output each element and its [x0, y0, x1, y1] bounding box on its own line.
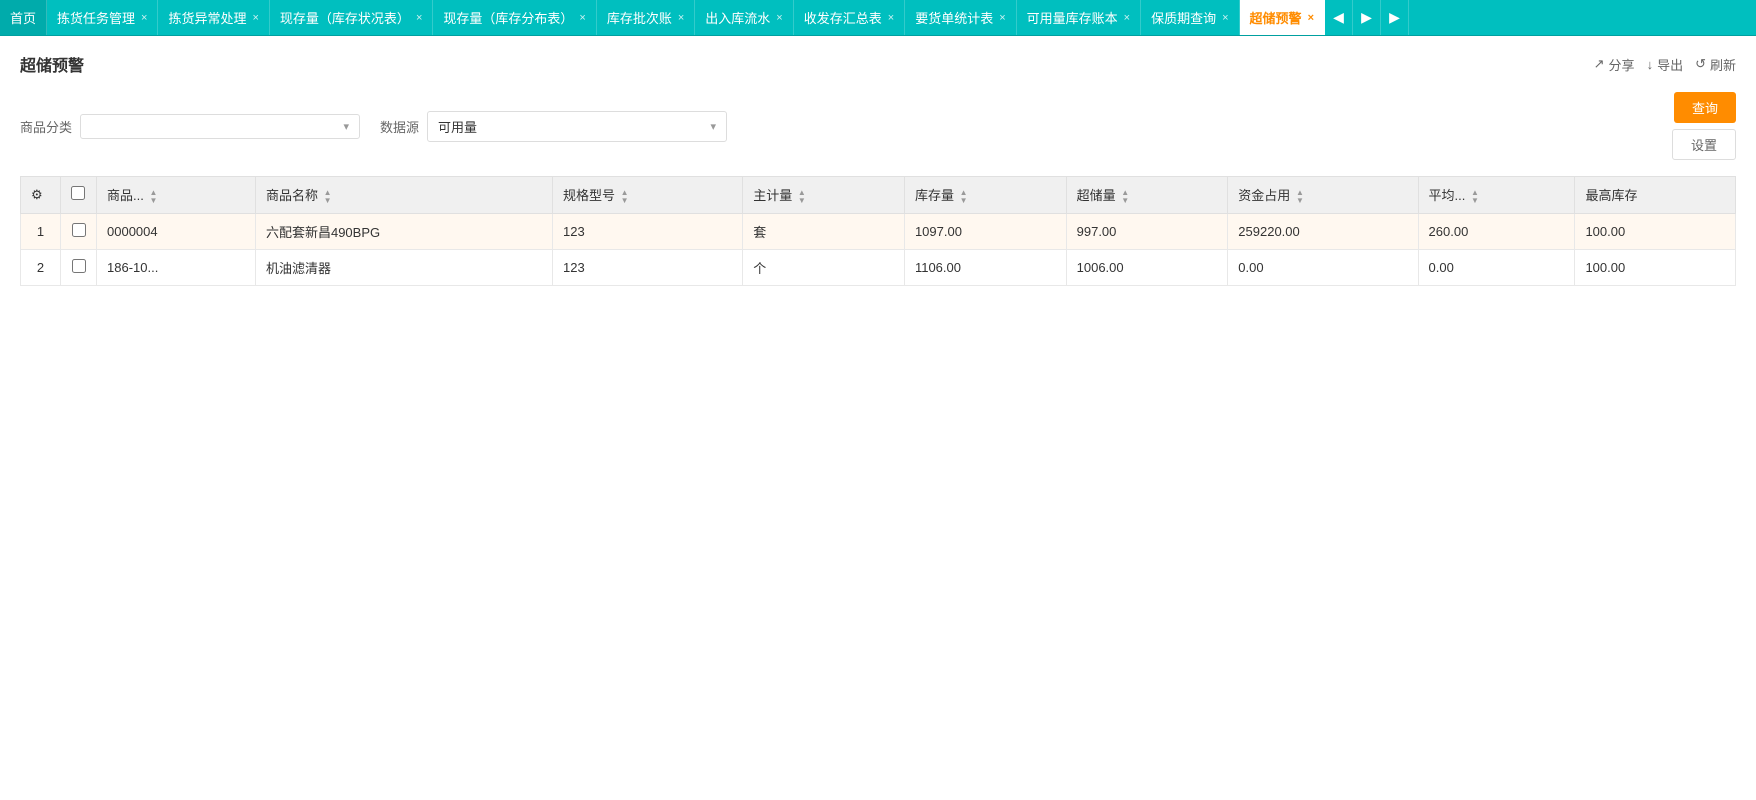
product-code-header[interactable]: 商品... ▲▼	[97, 177, 256, 214]
product-code-cell: 0000004	[97, 213, 256, 249]
datasource-label: 数据源	[380, 117, 419, 136]
chevron-down-icon: ▾	[343, 120, 349, 133]
spec-cell: 123	[553, 213, 743, 249]
stock-cell: 1097.00	[904, 213, 1066, 249]
nav-item-overstock[interactable]: 超储预警 ×	[1240, 0, 1325, 35]
nav-expand-button[interactable]: ▶	[1381, 0, 1409, 35]
stock-cell: 1106.00	[904, 249, 1066, 285]
nav-prev-button[interactable]: ◀	[1325, 0, 1353, 35]
sort-icon: ▲▼	[149, 189, 157, 205]
filter-row: 商品分类 ▾ 数据源 可用量 ▾ 查询 设置	[20, 92, 1736, 160]
checkbox-column-header[interactable]	[61, 177, 97, 214]
unit-cell: 套	[743, 213, 905, 249]
over-stock-cell: 997.00	[1066, 213, 1228, 249]
close-icon[interactable]: ×	[141, 12, 147, 24]
spec-header[interactable]: 规格型号 ▲▼	[553, 177, 743, 214]
filter-buttons: 查询 设置	[1672, 92, 1736, 160]
sort-icon: ▲▼	[324, 189, 332, 205]
nav-item-flow[interactable]: 出入库流水 ×	[695, 0, 793, 35]
sort-icon: ▲▼	[798, 189, 806, 205]
category-filter-group: 商品分类 ▾	[20, 114, 360, 139]
export-button[interactable]: ↓ 导出	[1647, 55, 1684, 74]
nav-item-summary[interactable]: 收发存汇总表 ×	[794, 0, 905, 35]
refresh-button[interactable]: ↺ 刷新	[1695, 55, 1736, 74]
share-icon: ↗	[1594, 56, 1605, 72]
close-icon[interactable]: ×	[1308, 12, 1314, 24]
settings-button[interactable]: 设置	[1672, 129, 1736, 160]
datasource-value: 可用量	[438, 117, 477, 136]
capital-header[interactable]: 资金占用 ▲▼	[1228, 177, 1418, 214]
chevron-down-icon: ▾	[711, 120, 717, 133]
max-stock-header[interactable]: 最高库存	[1575, 177, 1736, 214]
datasource-select[interactable]: 可用量 ▾	[427, 111, 727, 142]
unit-header[interactable]: 主计量 ▲▼	[743, 177, 905, 214]
share-button[interactable]: ↗ 分享	[1594, 55, 1635, 74]
close-icon[interactable]: ×	[579, 12, 585, 24]
nav-item-stock-dist[interactable]: 现存量（库存分布表） ×	[433, 0, 596, 35]
datasource-filter-group: 数据源 可用量 ▾	[380, 111, 727, 142]
page-header: 超储预警 ↗ 分享 ↓ 导出 ↺ 刷新	[20, 52, 1736, 76]
close-icon[interactable]: ×	[888, 12, 894, 24]
gear-icon: ⚙	[31, 187, 43, 202]
stock-header[interactable]: 库存量 ▲▼	[904, 177, 1066, 214]
gear-column-header[interactable]: ⚙	[21, 177, 61, 214]
over-stock-header[interactable]: 超储量 ▲▼	[1066, 177, 1228, 214]
nav-next-button[interactable]: ▶	[1353, 0, 1381, 35]
close-icon[interactable]: ×	[776, 12, 782, 24]
nav-item-home[interactable]: 首页	[0, 0, 47, 35]
export-icon: ↓	[1647, 57, 1654, 72]
refresh-icon: ↺	[1695, 56, 1706, 72]
nav-item-order-stat[interactable]: 要货单统计表 ×	[905, 0, 1016, 35]
unit-cell: 个	[743, 249, 905, 285]
max-stock-cell: 100.00	[1575, 249, 1736, 285]
category-label: 商品分类	[20, 117, 72, 136]
sort-icon: ▲▼	[621, 189, 629, 205]
row-checkbox[interactable]	[72, 259, 86, 273]
table-header-row: ⚙ 商品... ▲▼ 商品名称 ▲▼ 规格型号 ▲▼ 主计	[21, 177, 1736, 214]
close-icon[interactable]: ×	[1124, 12, 1130, 24]
query-button[interactable]: 查询	[1674, 92, 1736, 123]
spec-cell: 123	[553, 249, 743, 285]
capital-cell: 0.00	[1228, 249, 1418, 285]
avg-cell: 260.00	[1418, 213, 1575, 249]
close-icon[interactable]: ×	[678, 12, 684, 24]
nav-item-available[interactable]: 可用量库存账本 ×	[1017, 0, 1141, 35]
max-stock-cell: 100.00	[1575, 213, 1736, 249]
row-checkbox[interactable]	[72, 223, 86, 237]
close-icon[interactable]: ×	[1222, 12, 1228, 24]
close-icon[interactable]: ×	[416, 12, 422, 24]
nav-item-pick-exception[interactable]: 拣货异常处理 ×	[158, 0, 269, 35]
sort-icon: ▲▼	[960, 189, 968, 205]
row-number: 1	[21, 213, 61, 249]
sort-icon: ▲▼	[1296, 189, 1304, 205]
row-number: 2	[21, 249, 61, 285]
close-icon[interactable]: ×	[999, 12, 1005, 24]
select-all-checkbox[interactable]	[71, 186, 85, 200]
page-title: 超储预警	[20, 52, 84, 76]
nav-item-stock-status[interactable]: 现存量（库存状况表） ×	[270, 0, 433, 35]
avg-header[interactable]: 平均... ▲▼	[1418, 177, 1575, 214]
nav-item-batch[interactable]: 库存批次账 ×	[597, 0, 695, 35]
capital-cell: 259220.00	[1228, 213, 1418, 249]
over-stock-cell: 1006.00	[1066, 249, 1228, 285]
table-row: 2 186-10... 机油滤清器 123 个 1106.00 1006.00 …	[21, 249, 1736, 285]
avg-cell: 0.00	[1418, 249, 1575, 285]
data-table: ⚙ 商品... ▲▼ 商品名称 ▲▼ 规格型号 ▲▼ 主计	[20, 176, 1736, 286]
category-select[interactable]: ▾	[80, 114, 360, 139]
header-actions: ↗ 分享 ↓ 导出 ↺ 刷新	[1594, 55, 1736, 74]
close-icon[interactable]: ×	[252, 12, 258, 24]
row-checkbox-cell[interactable]	[61, 249, 97, 285]
top-nav: 首页 拣货任务管理 × 拣货异常处理 × 现存量（库存状况表） × 现存量（库存…	[0, 0, 1756, 36]
product-name-header[interactable]: 商品名称 ▲▼	[255, 177, 552, 214]
sort-icon: ▲▼	[1121, 189, 1129, 205]
page-content: 超储预警 ↗ 分享 ↓ 导出 ↺ 刷新 商品分类 ▾ 数据源	[0, 36, 1756, 800]
nav-item-shelf-life[interactable]: 保质期查询 ×	[1141, 0, 1239, 35]
row-checkbox-cell[interactable]	[61, 213, 97, 249]
product-name-cell: 六配套新昌490BPG	[255, 213, 552, 249]
nav-item-pick-task[interactable]: 拣货任务管理 ×	[47, 0, 158, 35]
product-name-cell: 机油滤清器	[255, 249, 552, 285]
sort-icon: ▲▼	[1471, 189, 1479, 205]
product-code-cell: 186-10...	[97, 249, 256, 285]
table-row: 1 0000004 六配套新昌490BPG 123 套 1097.00 997.…	[21, 213, 1736, 249]
